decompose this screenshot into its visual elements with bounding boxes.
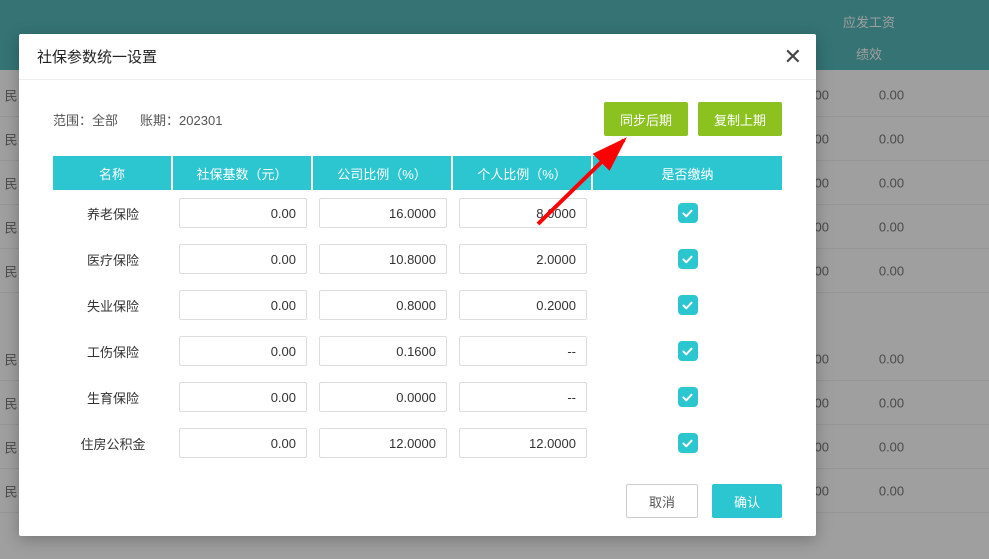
col-name: 名称 [53,156,173,190]
company-ratio-input[interactable] [319,428,447,458]
scope-label: 范围：全部 [53,110,118,129]
pay-checkbox[interactable] [678,295,698,315]
company-ratio-input[interactable] [319,336,447,366]
personal-ratio-input[interactable] [459,290,587,320]
personal-ratio-input[interactable] [459,382,587,412]
pay-checkbox[interactable] [678,433,698,453]
base-input[interactable] [179,244,307,274]
modal-footer: 取消 确认 [19,466,816,518]
row-name: 医疗保险 [53,236,173,282]
personal-ratio-input[interactable] [459,336,587,366]
params-table: 名称 社保基数（元） 公司比例（%） 个人比例（%） 是否缴纳 养老保险医疗保险… [53,156,782,466]
sync-later-button[interactable]: 同步后期 [604,102,688,136]
table-row: 养老保险 [53,190,782,236]
pay-checkbox[interactable] [678,341,698,361]
modal-header: 社保参数统一设置 ✕ [19,34,816,80]
cancel-button[interactable]: 取消 [626,484,698,518]
table-row: 住房公积金 [53,420,782,466]
base-input[interactable] [179,336,307,366]
table-row: 工伤保险 [53,328,782,374]
close-icon[interactable]: ✕ [784,46,802,68]
base-input[interactable] [179,428,307,458]
pay-checkbox[interactable] [678,249,698,269]
personal-ratio-input[interactable] [459,198,587,228]
personal-ratio-input[interactable] [459,428,587,458]
row-name: 生育保险 [53,374,173,420]
base-input[interactable] [179,382,307,412]
base-input[interactable] [179,198,307,228]
row-name: 养老保险 [53,190,173,236]
company-ratio-input[interactable] [319,198,447,228]
company-ratio-input[interactable] [319,290,447,320]
social-insurance-settings-modal: 社保参数统一设置 ✕ 范围：全部 账期：202301 同步后期 复制上期 名称 … [19,34,816,536]
confirm-button[interactable]: 确认 [712,484,782,518]
col-company: 公司比例（%） [313,156,453,190]
table-row: 失业保险 [53,282,782,328]
modal-title: 社保参数统一设置 [37,46,157,67]
company-ratio-input[interactable] [319,382,447,412]
info-row: 范围：全部 账期：202301 同步后期 复制上期 [53,102,782,136]
table-row: 生育保险 [53,374,782,420]
col-pay: 是否缴纳 [593,156,782,190]
row-name: 失业保险 [53,282,173,328]
period-label: 账期：202301 [140,110,222,129]
table-row: 医疗保险 [53,236,782,282]
base-input[interactable] [179,290,307,320]
company-ratio-input[interactable] [319,244,447,274]
col-base: 社保基数（元） [173,156,313,190]
pay-checkbox[interactable] [678,387,698,407]
copy-previous-button[interactable]: 复制上期 [698,102,782,136]
pay-checkbox[interactable] [678,203,698,223]
row-name: 住房公积金 [53,420,173,466]
modal-body: 范围：全部 账期：202301 同步后期 复制上期 名称 社保基数（元） 公司比… [19,80,816,466]
col-personal: 个人比例（%） [453,156,593,190]
row-name: 工伤保险 [53,328,173,374]
personal-ratio-input[interactable] [459,244,587,274]
